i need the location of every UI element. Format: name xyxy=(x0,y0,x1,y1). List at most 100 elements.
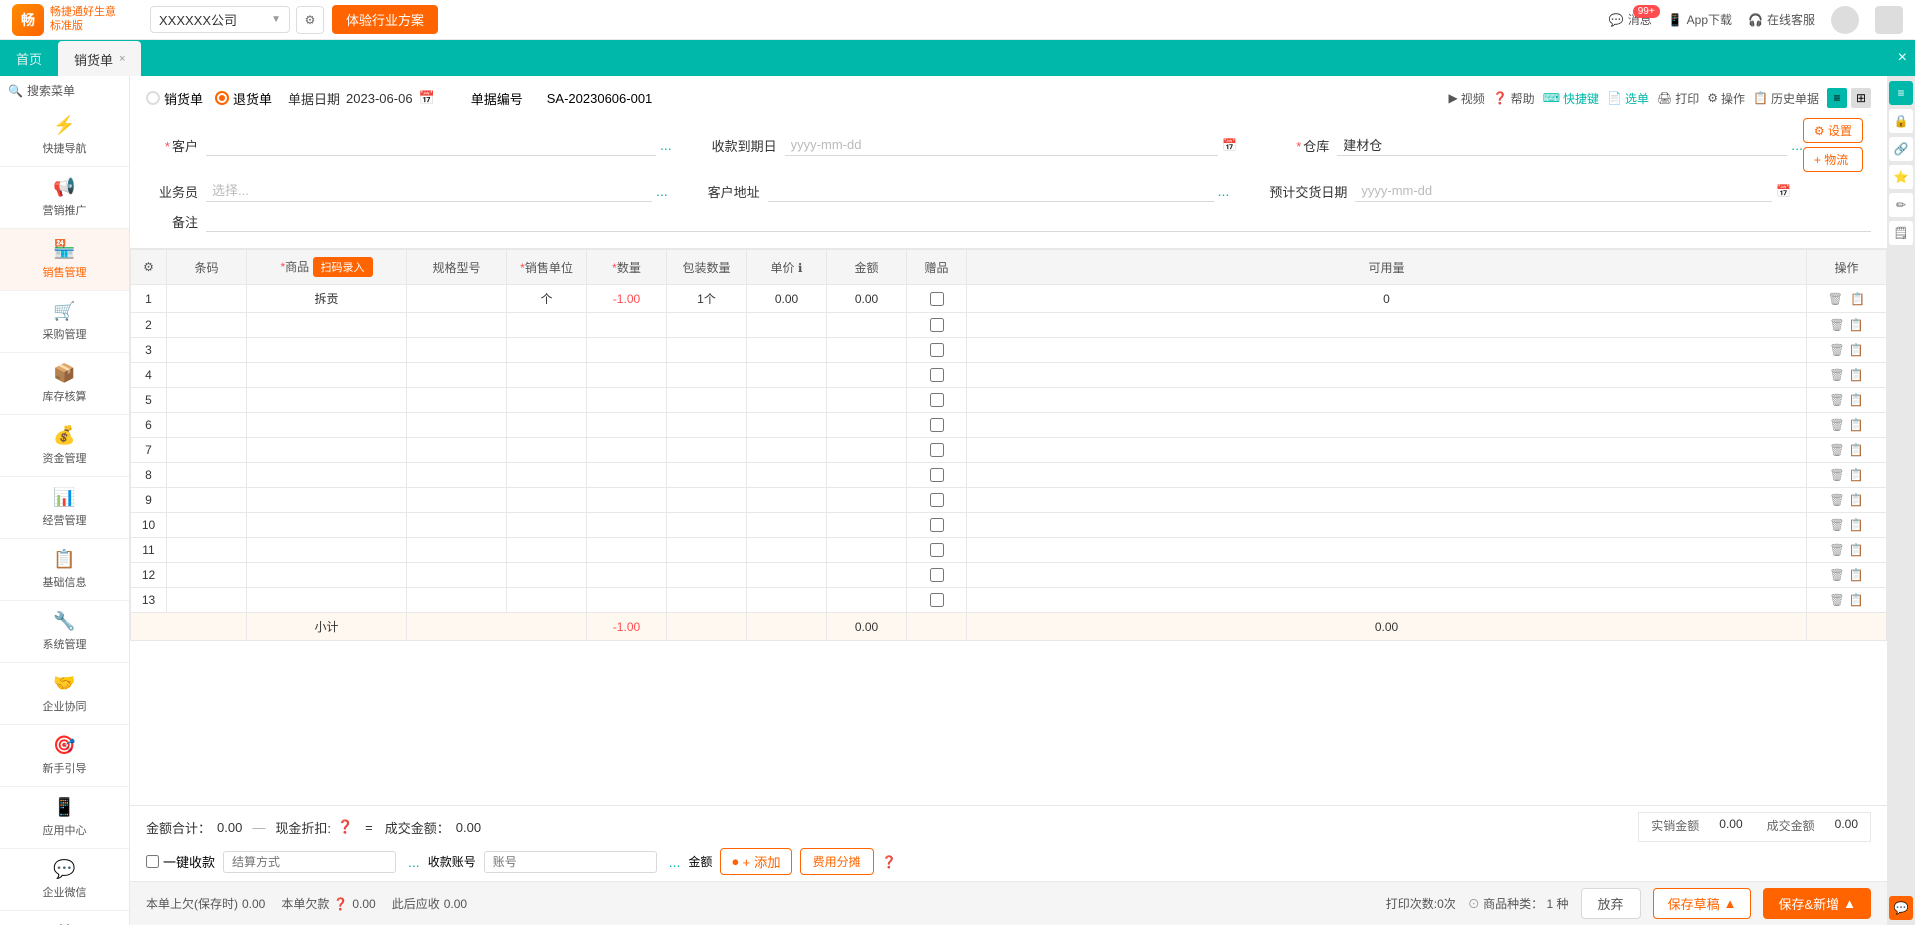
sidebar-item-quick-nav[interactable]: ⚡ 快捷导航 xyxy=(0,105,129,167)
sidebar-item-operations[interactable]: 📊 经营管理 xyxy=(0,477,129,539)
balance-owed-help[interactable]: ❓ xyxy=(333,897,348,911)
salesperson-input[interactable] xyxy=(206,180,652,202)
calendar-icon[interactable]: 📅 xyxy=(419,90,435,106)
delete-icon-4[interactable]: 🗑 xyxy=(1829,368,1844,382)
gift-checkbox-7[interactable] xyxy=(930,443,944,457)
online-service-button[interactable]: 🎧 在线客服 xyxy=(1748,11,1815,28)
right-panel-btn-3[interactable]: 🔗 xyxy=(1889,137,1913,161)
tab-sales[interactable]: 销货单 × xyxy=(58,41,141,77)
payment-method-ellipsis[interactable]: ... xyxy=(408,854,420,870)
search-menu[interactable]: 🔍 搜索菜单 xyxy=(0,76,129,105)
gift-checkbox-12[interactable] xyxy=(930,568,944,582)
logistics-button[interactable]: + 物流 xyxy=(1803,147,1863,172)
sidebar-item-apps[interactable]: 📱 应用中心 xyxy=(0,787,129,849)
select-bill-btn[interactable]: 📄 选单 xyxy=(1607,90,1649,107)
warehouse-ellipsis[interactable]: ... xyxy=(1791,137,1803,153)
sidebar-item-finance[interactable]: 💰 资金管理 xyxy=(0,415,129,477)
gift-checkbox-13[interactable] xyxy=(930,593,944,607)
delete-icon-3[interactable]: 🗑 xyxy=(1829,343,1844,357)
copy-icon-2[interactable]: 📋 xyxy=(1849,318,1864,332)
expense-button[interactable]: 费用分摊 xyxy=(800,848,874,875)
list-view-icon[interactable]: ≡ xyxy=(1827,88,1847,108)
copy-icon-4[interactable]: 📋 xyxy=(1849,368,1864,382)
abandon-button[interactable]: 放弃 xyxy=(1581,888,1641,919)
company-selector[interactable]: XXXXXX公司 ▼ xyxy=(150,6,290,33)
delete-icon-10[interactable]: 🗑 xyxy=(1829,518,1844,532)
shortcut-btn[interactable]: ⌨ 快捷键 xyxy=(1543,90,1599,107)
expected-date-input[interactable] xyxy=(1355,180,1772,202)
gift-checkbox-2[interactable] xyxy=(930,318,944,332)
sidebar-item-purchase[interactable]: 🛒 采购管理 xyxy=(0,291,129,353)
warehouse-input[interactable] xyxy=(1337,134,1787,156)
copy-icon-11[interactable]: 📋 xyxy=(1849,543,1864,557)
form-settings-button[interactable]: ⚙ 设置 xyxy=(1803,118,1863,143)
scan-button[interactable]: 扫码录入 xyxy=(313,257,373,277)
gift-checkbox-6[interactable] xyxy=(930,418,944,432)
avatar[interactable] xyxy=(1831,6,1859,34)
gift-checkbox-5[interactable] xyxy=(930,393,944,407)
copy-icon-5[interactable]: 📋 xyxy=(1849,393,1864,407)
delete-icon-11[interactable]: 🗑 xyxy=(1829,543,1844,557)
sidebar-item-sales[interactable]: 🏪 销售管理 xyxy=(0,229,129,291)
sidebar-item-collab[interactable]: 🤝 企业协同 xyxy=(0,663,129,725)
app-download-button[interactable]: 📱 App下载 xyxy=(1668,11,1732,28)
one-click-checkbox[interactable] xyxy=(146,855,159,868)
gift-checkbox-1[interactable] xyxy=(930,292,944,306)
radio-sale[interactable]: 销货单 xyxy=(146,89,203,108)
copy-icon-12[interactable]: 📋 xyxy=(1849,568,1864,582)
payment-due-input[interactable] xyxy=(785,134,1219,156)
expected-cal-icon[interactable]: 📅 xyxy=(1776,184,1791,198)
right-panel-btn-1[interactable]: ≡ xyxy=(1889,81,1913,105)
sidebar-item-vip[interactable]: V 畅会员 xyxy=(0,911,129,925)
gift-checkbox-3[interactable] xyxy=(930,343,944,357)
delete-icon-1[interactable]: 🗑 xyxy=(1828,292,1843,306)
sidebar-item-system[interactable]: 🔧 系统管理 xyxy=(0,601,129,663)
settings-icon[interactable]: ⚙ xyxy=(296,6,324,34)
payment-method-input[interactable] xyxy=(223,851,396,873)
copy-icon-1[interactable]: 📋 xyxy=(1850,292,1865,306)
discount-help-icon[interactable]: ❓ xyxy=(337,819,353,835)
right-panel-btn-4[interactable]: ⭐ xyxy=(1889,165,1913,189)
copy-icon-9[interactable]: 📋 xyxy=(1849,493,1864,507)
delete-icon-9[interactable]: 🗑 xyxy=(1829,493,1844,507)
footer-help-icon[interactable]: ❓ xyxy=(882,855,897,869)
right-panel-btn-6[interactable]: 🗒 xyxy=(1889,221,1913,245)
video-btn[interactable]: ▶ 视频 xyxy=(1448,90,1484,107)
gift-checkbox-10[interactable] xyxy=(930,518,944,532)
account-input[interactable] xyxy=(484,851,657,873)
sidebar-item-guide[interactable]: 🎯 新手引导 xyxy=(0,725,129,787)
right-panel-btn-2[interactable]: 🔒 xyxy=(1889,109,1913,133)
col-settings[interactable]: ⚙ xyxy=(131,250,167,285)
tab-home[interactable]: 首页 xyxy=(0,40,58,76)
product-type-help[interactable]: ⊙ xyxy=(1468,897,1480,911)
sidebar-item-marketing[interactable]: 📢 营销推广 xyxy=(0,167,129,229)
copy-icon-10[interactable]: 📋 xyxy=(1849,518,1864,532)
delete-icon-8[interactable]: 🗑 xyxy=(1829,468,1844,482)
grid-view-icon[interactable]: ⊞ xyxy=(1851,88,1871,108)
sidebar-item-wechat[interactable]: 💬 企业微信 xyxy=(0,849,129,911)
right-panel-btn-orange[interactable]: 💬 xyxy=(1889,896,1913,920)
delete-icon-5[interactable]: 🗑 xyxy=(1829,393,1844,407)
delete-icon-7[interactable]: 🗑 xyxy=(1829,443,1844,457)
radio-return[interactable]: 退货单 xyxy=(215,89,272,108)
user-menu[interactable] xyxy=(1875,6,1903,34)
gift-checkbox-11[interactable] xyxy=(930,543,944,557)
customer-ellipsis[interactable]: ... xyxy=(660,137,672,153)
copy-icon-8[interactable]: 📋 xyxy=(1849,468,1864,482)
customer-input[interactable] xyxy=(206,134,656,156)
delete-icon-2[interactable]: 🗑 xyxy=(1829,318,1844,332)
help-btn[interactable]: ❓ 帮助 xyxy=(1493,90,1535,107)
operate-btn[interactable]: ⚙ 操作 xyxy=(1707,90,1745,107)
print-btn[interactable]: 🖨 打印 xyxy=(1657,90,1699,107)
trial-button[interactable]: 体验行业方案 xyxy=(332,5,438,34)
tab-close-icon[interactable]: × xyxy=(119,53,125,65)
gift-checkbox-4[interactable] xyxy=(930,368,944,382)
delete-icon-12[interactable]: 🗑 xyxy=(1829,568,1844,582)
history-btn[interactable]: 📋 历史单据 xyxy=(1753,90,1819,107)
copy-icon-13[interactable]: 📋 xyxy=(1849,593,1864,607)
gift-checkbox-9[interactable] xyxy=(930,493,944,507)
customer-addr-input[interactable] xyxy=(768,180,1214,202)
gift-checkbox-8[interactable] xyxy=(930,468,944,482)
nav-close-icon[interactable]: × xyxy=(1898,49,1907,67)
remark-input[interactable] xyxy=(206,210,1871,232)
